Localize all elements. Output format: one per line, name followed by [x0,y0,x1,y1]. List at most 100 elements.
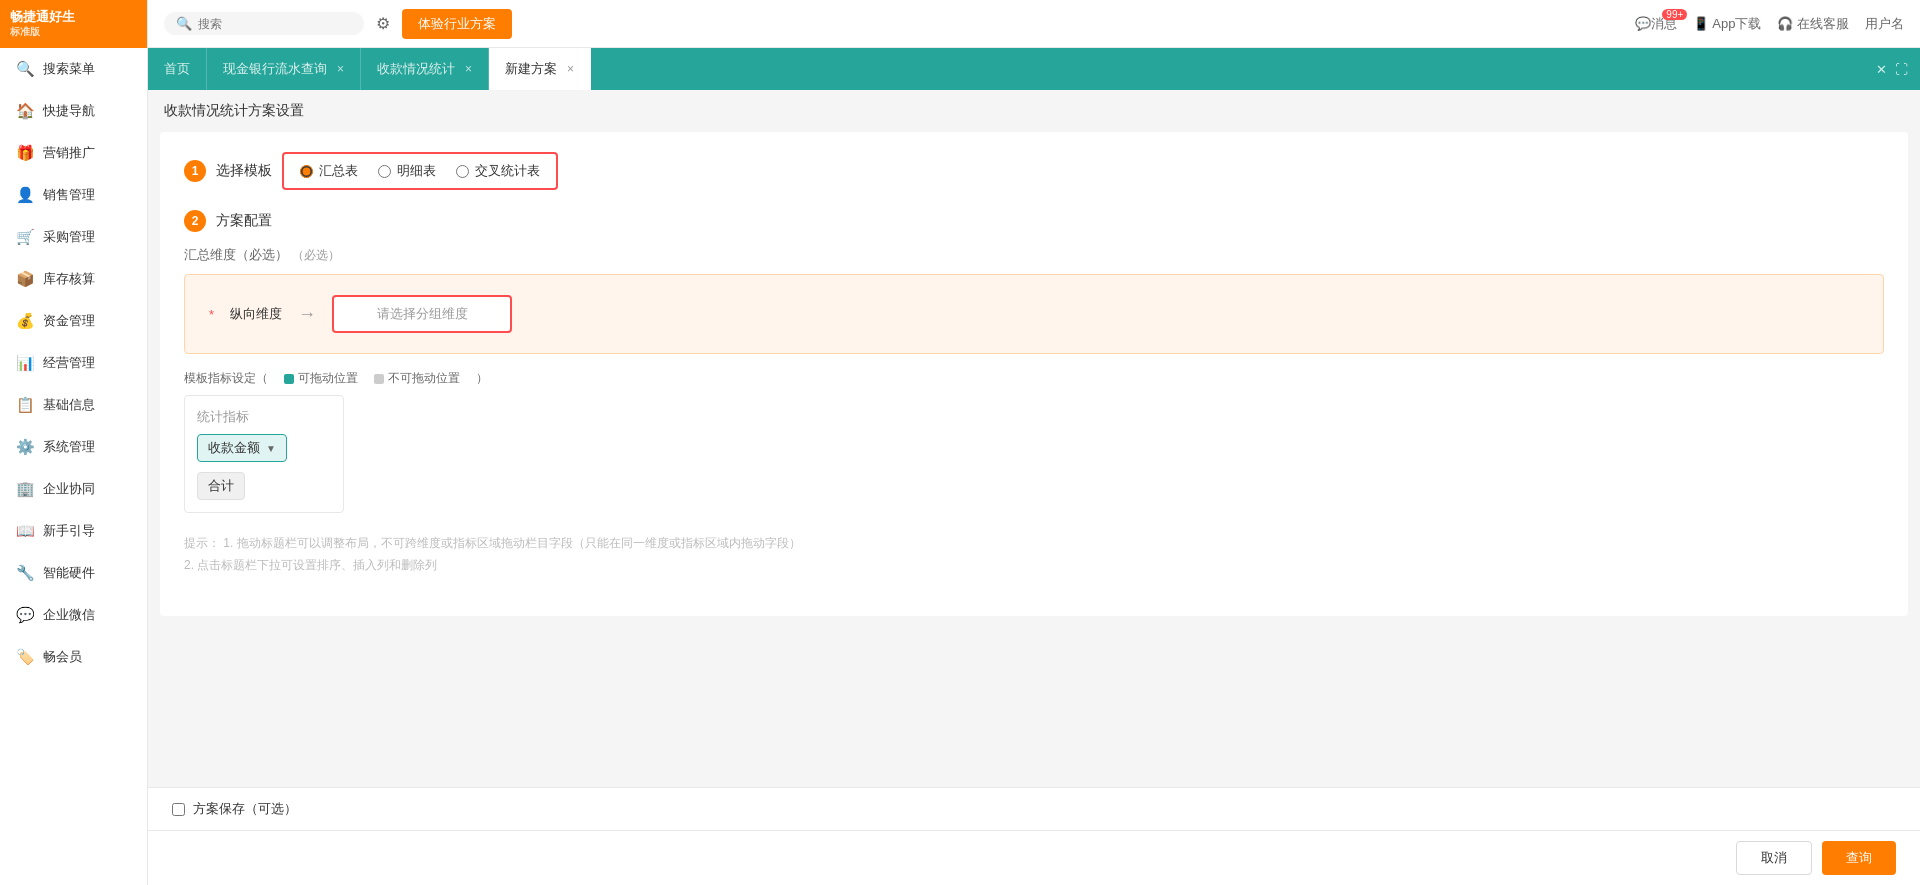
tab-label-bank-flow: 现金银行流水查询 [223,60,327,78]
basic-info-label: 基础信息 [43,396,95,414]
radio-summary-input[interactable] [300,165,313,178]
search-input[interactable] [198,17,338,31]
logo-sub: 标准版 [10,25,75,39]
legend-close: ） [476,370,488,387]
sidebar-item-quick-nav[interactable]: 🏠快捷导航 [0,90,147,132]
tab-close-bank-flow[interactable]: × [337,62,344,76]
marketing-icon: 🎁 [16,144,35,162]
support-label: 在线客服 [1797,16,1849,31]
sidebar-item-new-guide[interactable]: 📖新手引导 [0,510,147,552]
support-button[interactable]: 🎧 在线客服 [1777,15,1849,33]
finance-label: 资金管理 [43,312,95,330]
operation-label: 经营管理 [43,354,95,372]
sidebar-item-smart-hw[interactable]: 🔧 智能硬件 [0,552,147,594]
tab-close-new-plan[interactable]: × [567,62,574,76]
sidebar-item-search-menu[interactable]: 🔍 搜索菜单 [0,48,147,90]
sidebar-item-sys-mgmt[interactable]: ⚙️ 系统管理 [0,426,147,468]
step2-label: 方案配置 [216,212,272,230]
tab-collection-stat[interactable]: 收款情况统计 × [361,48,489,90]
sidebar-item-marketing[interactable]: 🎁营销推广 [0,132,147,174]
message-icon: 💬 [1635,16,1651,31]
hint-area: 提示： 1. 拖动标题栏可以调整布局，不可跨维度或指标区域拖动栏目字段（只能在同… [184,533,1884,576]
close-window-icon[interactable]: ✕ [1876,62,1887,77]
quick-nav-icon: 🏠 [16,102,35,120]
corp-wechat-label: 企业微信 [43,606,95,624]
step1-num: 1 [184,160,206,182]
radio-summary-label[interactable]: 汇总表 [319,162,358,180]
metrics-tag-revenue[interactable]: 收款金额 ▼ [197,434,287,462]
step1-label: 选择模板 [216,162,272,180]
finance-icon: 💰 [16,312,35,330]
sales-icon: 👤 [16,186,35,204]
radio-cross[interactable]: 交叉统计表 [456,162,540,180]
legend-draggable: 可拖动位置 [284,370,358,387]
sidebar: 畅捷通好生 标准版 🔍 搜索菜单 🏠快捷导航🎁营销推广👤销售管理🛒采购管理📦库存核算… [0,0,148,885]
search-icon: 🔍 [176,16,192,31]
radio-cross-input[interactable] [456,165,469,178]
messages-button[interactable]: 💬 消息 99+ [1635,15,1677,33]
tab-new-plan[interactable]: 新建方案× [489,48,591,90]
download-label: App下载 [1712,16,1761,31]
messages-badge: 99+ [1662,9,1687,20]
tab-bank-flow[interactable]: 现金银行流水查询 × [207,48,361,90]
trial-button[interactable]: 体验行业方案 [402,9,512,39]
radio-cross-label[interactable]: 交叉统计表 [475,162,540,180]
sidebar-item-corp-coop[interactable]: 🏢 企业协同 [0,468,147,510]
sidebar-item-member[interactable]: 🏷️畅会员 [0,636,147,678]
inventory-label: 库存核算 [43,270,95,288]
metrics-table: 统计指标 收款金额 ▼ 合计 [184,395,344,513]
dimension-select-button[interactable]: 请选择分组维度 [332,295,512,333]
sidebar-item-inventory[interactable]: 📦库存核算 [0,258,147,300]
corp-coop-icon: 🏢 [16,480,35,498]
corp-coop-label: 企业协同 [43,480,95,498]
topbar: 🔍 ⚙ 体验行业方案 💬 消息 99+ 📱 App下载 🎧 在线客服 用户名 [148,0,1920,48]
topbar-right: 💬 消息 99+ 📱 App下载 🎧 在线客服 用户名 [1635,15,1904,33]
sidebar-logo: 畅捷通好生 标准版 [0,0,147,48]
step1-header: 1 选择模板 汇总表 明细表 交叉统计表 [184,152,1884,190]
download-button[interactable]: 📱 App下载 [1693,15,1761,33]
tab-home[interactable]: 首页 [148,48,207,90]
required-star: * [209,307,214,322]
member-icon: 🏷️ [16,648,35,666]
radio-detail-input[interactable] [378,165,391,178]
smart-hw-label: 智能硬件 [43,564,95,582]
tab-close-collection-stat[interactable]: × [465,62,472,76]
dimension-arrow: → [298,304,316,325]
step1-section: 1 选择模板 汇总表 明细表 交叉统计表 [184,152,1884,190]
main-card: 1 选择模板 汇总表 明细表 交叉统计表 [160,132,1908,616]
save-label[interactable]: 方案保存（可选） [193,800,297,818]
search-menu-label: 搜索菜单 [43,60,95,78]
operation-icon: 📊 [16,354,35,372]
sys-mgmt-label: 系统管理 [43,438,95,456]
radio-summary[interactable]: 汇总表 [300,162,358,180]
support-icon: 🎧 [1777,16,1793,31]
legend-row: 模板指标设定（ 可拖动位置 不可拖动位置 ） [184,370,1884,387]
sidebar-item-purchase[interactable]: 🛒采购管理 [0,216,147,258]
user-name[interactable]: 用户名 [1865,15,1904,33]
cancel-button[interactable]: 取消 [1736,841,1812,875]
sidebar-item-sales[interactable]: 👤销售管理 [0,174,147,216]
radio-detail[interactable]: 明细表 [378,162,436,180]
non-draggable-dot [374,374,384,384]
search-menu-icon: 🔍 [16,60,35,78]
radio-detail-label[interactable]: 明细表 [397,162,436,180]
metrics-settings-label: 模板指标设定（ [184,370,268,387]
sys-mgmt-icon: ⚙️ [16,438,35,456]
search-box[interactable]: 🔍 [164,12,364,35]
query-button[interactable]: 查询 [1822,841,1896,875]
sidebar-item-finance[interactable]: 💰 资金管理 [0,300,147,342]
step2-section: 2 方案配置 汇总维度（必选） * 纵向维度 → 请选择分组维度 [184,210,1884,576]
smart-hw-icon: 🔧 [16,564,35,582]
save-row: 方案保存（可选） [148,787,1920,830]
maximize-icon[interactable]: ⛶ [1895,62,1908,77]
hint-line-2: 2. 点击标题栏下拉可设置排序、插入列和删除列 [184,555,1884,577]
gear-icon[interactable]: ⚙ [376,14,390,33]
save-checkbox[interactable] [172,803,185,816]
footer-bar: 取消 查询 [148,830,1920,885]
dimension-row: * 纵向维度 → 请选择分组维度 [209,295,1859,333]
tabbar-controls: ✕ ⛶ [1864,48,1920,90]
tab-label-collection-stat: 收款情况统计 [377,60,455,78]
sidebar-item-operation[interactable]: 📊 经营管理 [0,342,147,384]
sidebar-item-basic-info[interactable]: 📋基础信息 [0,384,147,426]
sidebar-item-corp-wechat[interactable]: 💬企业微信 [0,594,147,636]
